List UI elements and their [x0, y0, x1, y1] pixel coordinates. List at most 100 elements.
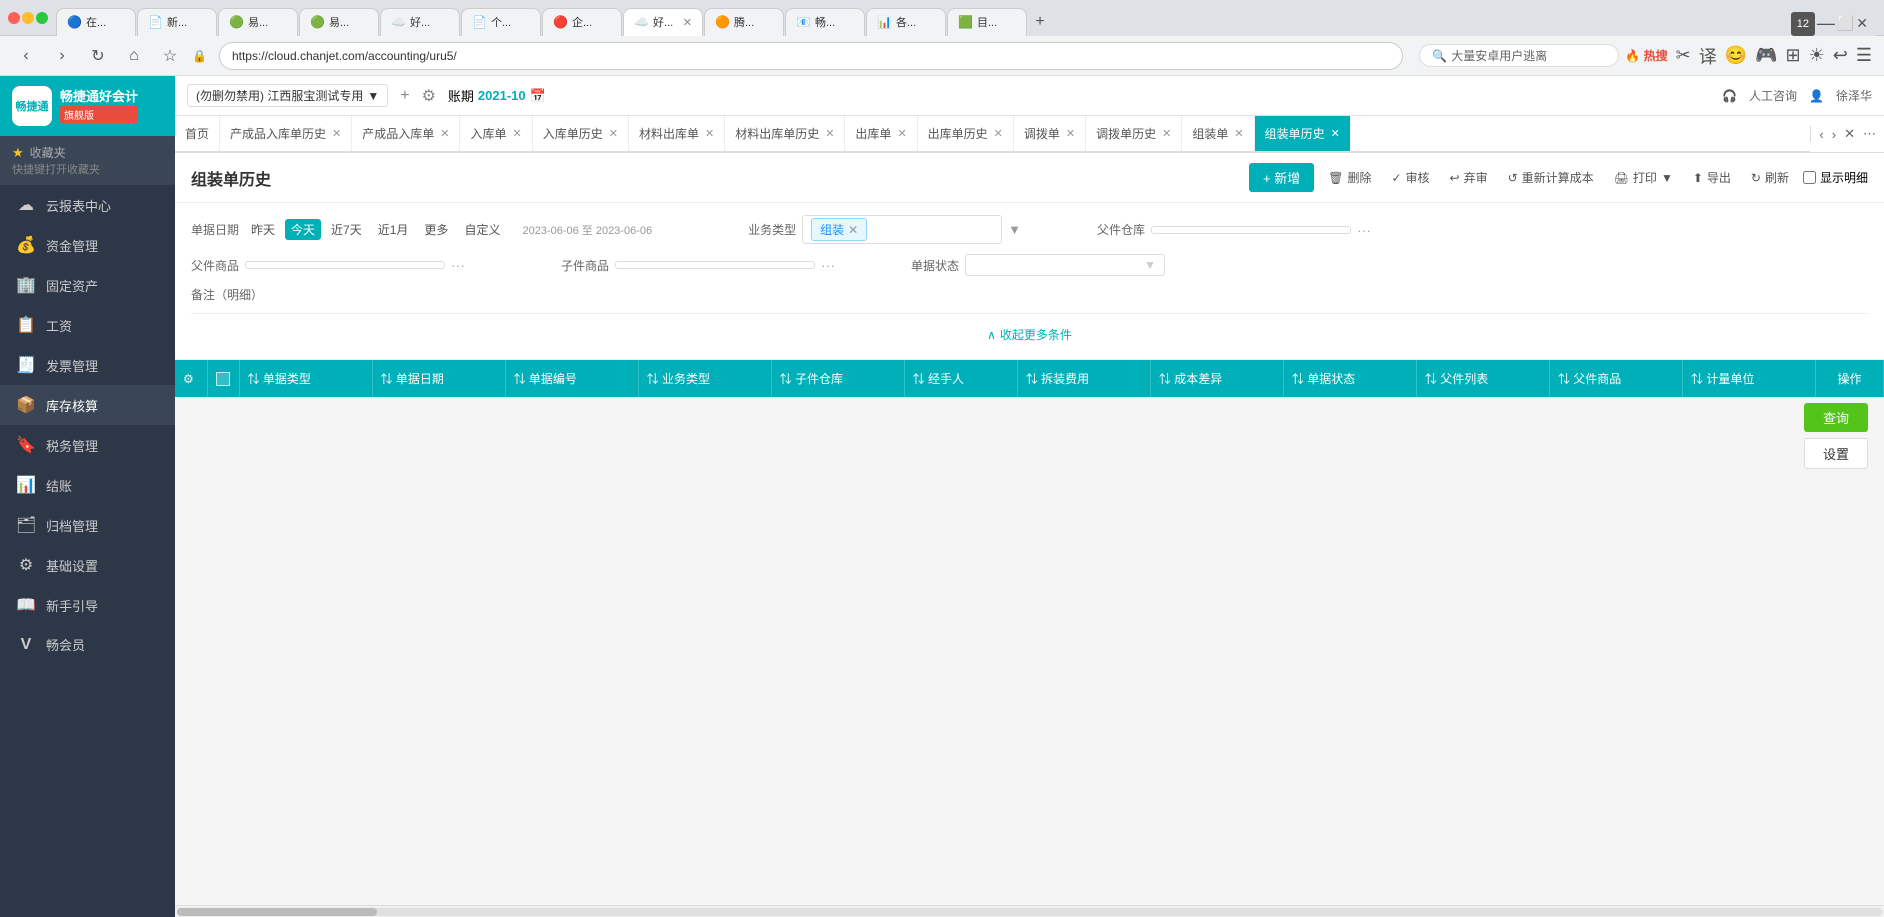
- delete-button[interactable]: 🗑 删除: [1322, 165, 1377, 190]
- tab-group-hist[interactable]: 组装单历史 ✕: [1255, 116, 1351, 152]
- audit-button[interactable]: ✓ 审核: [1385, 165, 1435, 190]
- scrollbar-thumb[interactable]: [177, 908, 377, 916]
- tab-close-in-order[interactable]: ✕: [513, 127, 522, 140]
- sidebar-item-fixed-assets[interactable]: 🏢 固定资产: [0, 265, 175, 305]
- tab-next-icon[interactable]: ›: [1828, 127, 1840, 142]
- show-detail-checkbox[interactable]: [1803, 171, 1816, 184]
- consult-label[interactable]: 人工咨询: [1749, 87, 1797, 104]
- menu-icon[interactable]: ☰: [1856, 45, 1872, 66]
- settings-icon[interactable]: ⚙: [422, 86, 436, 106]
- sidebar-item-guide[interactable]: 📖 新手引导: [0, 585, 175, 625]
- biz-type-remove-icon[interactable]: ✕: [848, 223, 858, 237]
- browser-tab-1[interactable]: 🔵 在...: [56, 8, 136, 36]
- maximize-button[interactable]: ⬜: [1837, 15, 1854, 32]
- tab-out-hist[interactable]: 出库单历史 ✕: [918, 116, 1014, 152]
- browser-tab-3[interactable]: 🟢 易...: [218, 8, 298, 36]
- tab-close-out-hist[interactable]: ✕: [994, 127, 1003, 140]
- collapse-button[interactable]: ∧ 收起更多条件: [191, 322, 1868, 347]
- parent-warehouse-more-icon[interactable]: ···: [1357, 222, 1371, 238]
- back-button[interactable]: ‹: [12, 42, 40, 70]
- add-tab-icon[interactable]: +: [400, 87, 409, 105]
- export-button[interactable]: ⬆ 导出: [1687, 165, 1737, 190]
- tab-close-group[interactable]: ✕: [1234, 127, 1243, 140]
- period-selector[interactable]: 账期 2021-10 📅: [448, 86, 546, 105]
- bookmark-button[interactable]: ☆: [156, 42, 184, 70]
- biz-type-input-area[interactable]: 组装 ✕: [802, 215, 1002, 244]
- translate-icon[interactable]: 译: [1699, 43, 1717, 69]
- th-dismantle-fee[interactable]: ⇅ 拆装费用: [1017, 360, 1150, 397]
- th-order-type[interactable]: ⇅ 单据类型: [239, 360, 372, 397]
- close-button[interactable]: ✕: [1856, 15, 1868, 32]
- tab-close-out[interactable]: ✕: [897, 127, 906, 140]
- date-btn-custom[interactable]: 自定义: [458, 219, 506, 240]
- tab-home[interactable]: 首页: [175, 116, 220, 152]
- tab-close-assemble-hist[interactable]: ✕: [1162, 127, 1171, 140]
- tab-close-assemble[interactable]: ✕: [1066, 127, 1075, 140]
- browser-tab-8[interactable]: ☁️ 好... ✕: [623, 8, 703, 36]
- tab-prod-in[interactable]: 产成品入库单 ✕: [352, 116, 460, 152]
- horizontal-scrollbar[interactable]: [175, 905, 1884, 917]
- th-order-status[interactable]: ⇅ 单据状态: [1283, 360, 1416, 397]
- tab-prev-icon[interactable]: ‹: [1815, 127, 1827, 142]
- game-icon[interactable]: 🎮: [1755, 45, 1777, 66]
- date-btn-1month[interactable]: 近1月: [372, 219, 415, 240]
- sidebar-item-archive[interactable]: 🗂 归档管理: [0, 505, 175, 545]
- th-settings[interactable]: ⚙: [175, 360, 207, 397]
- sidebar-item-vip[interactable]: V 畅会员: [0, 625, 175, 664]
- address-bar[interactable]: [219, 42, 1403, 70]
- th-parent-item[interactable]: ⇅ 父件商品: [1549, 360, 1682, 397]
- brightness-icon[interactable]: ☀: [1809, 45, 1825, 66]
- browser-tab-11[interactable]: 📊 各...: [866, 8, 946, 36]
- th-order-date[interactable]: ⇅ 单据日期: [372, 360, 505, 397]
- sidebar-item-fund[interactable]: 💰 资金管理: [0, 225, 175, 265]
- tab-in-order[interactable]: 入库单 ✕: [460, 116, 532, 152]
- tab-close-prod-in[interactable]: ✕: [440, 127, 449, 140]
- order-status-dropdown[interactable]: ▼: [965, 254, 1165, 276]
- tab-more-icon[interactable]: ⋯: [1859, 126, 1880, 142]
- child-item-more-icon[interactable]: ···: [821, 257, 835, 273]
- header-checkbox[interactable]: [216, 372, 230, 386]
- home-button[interactable]: ⌂: [120, 42, 148, 70]
- new-button[interactable]: + 新增: [1249, 163, 1314, 192]
- browser-tab-4[interactable]: 🟢 易...: [299, 8, 379, 36]
- calendar-icon[interactable]: 📅: [530, 88, 546, 104]
- sidebar-item-basic[interactable]: ⚙ 基础设置: [0, 545, 175, 585]
- parent-item-input[interactable]: [245, 261, 445, 269]
- th-parent-list[interactable]: ⇅ 父件列表: [1416, 360, 1549, 397]
- parent-warehouse-input[interactable]: [1151, 226, 1351, 234]
- sidebar-item-cloud-report[interactable]: ☁ 云报表中心: [0, 185, 175, 225]
- refresh-button[interactable]: ↻ 刷新: [1745, 165, 1795, 190]
- reload-button[interactable]: ↻: [84, 42, 112, 70]
- th-biz-type[interactable]: ⇅ 业务类型: [638, 360, 771, 397]
- browser-tab-6[interactable]: 📄 个...: [461, 8, 541, 36]
- child-item-input[interactable]: [615, 261, 815, 269]
- sidebar-item-payroll[interactable]: 📋 工资: [0, 305, 175, 345]
- search-button[interactable]: 查询: [1804, 403, 1868, 432]
- tab-assemble[interactable]: 调拨单 ✕: [1014, 116, 1086, 152]
- minimize-button[interactable]: —: [1817, 13, 1835, 34]
- tab-close-in-hist[interactable]: ✕: [609, 127, 618, 140]
- date-btn-yesterday[interactable]: 昨天: [245, 219, 281, 240]
- grid-icon[interactable]: ⊞: [1786, 45, 1801, 66]
- tab-close-mat-out[interactable]: ✕: [705, 127, 714, 140]
- tab-close-current-icon[interactable]: ✕: [1840, 126, 1859, 142]
- parent-item-more-icon[interactable]: ···: [451, 257, 465, 273]
- sidebar-item-invoice[interactable]: 🧾 发票管理: [0, 345, 175, 385]
- set-button[interactable]: 设置: [1804, 438, 1868, 469]
- print-button[interactable]: 🖨 打印 ▼: [1608, 165, 1679, 190]
- th-handler[interactable]: ⇅ 经手人: [904, 360, 1017, 397]
- search-bar[interactable]: 🔍 大量安卓用户逃离: [1419, 44, 1619, 67]
- date-btn-more[interactable]: 更多: [418, 219, 454, 240]
- tab-close-mat-out-hist[interactable]: ✕: [825, 127, 834, 140]
- tab-group[interactable]: 组装单 ✕: [1182, 116, 1254, 152]
- tab-close-icon[interactable]: ✕: [683, 16, 692, 29]
- recalc-cost-button[interactable]: ↺ 重新计算成本: [1502, 165, 1600, 190]
- new-tab-button[interactable]: +: [1028, 8, 1052, 36]
- tab-out[interactable]: 出库单 ✕: [845, 116, 917, 152]
- browser-tab-9[interactable]: 🟠 腾...: [704, 8, 784, 36]
- browser-tab-7[interactable]: 🔴 企...: [542, 8, 622, 36]
- browser-tab-5[interactable]: ☁️ 好...: [380, 8, 460, 36]
- emoji-icon[interactable]: 😊: [1725, 45, 1747, 66]
- sidebar-item-tax[interactable]: 🔖 税务管理: [0, 425, 175, 465]
- tab-close-prod-in-hist[interactable]: ✕: [332, 127, 341, 140]
